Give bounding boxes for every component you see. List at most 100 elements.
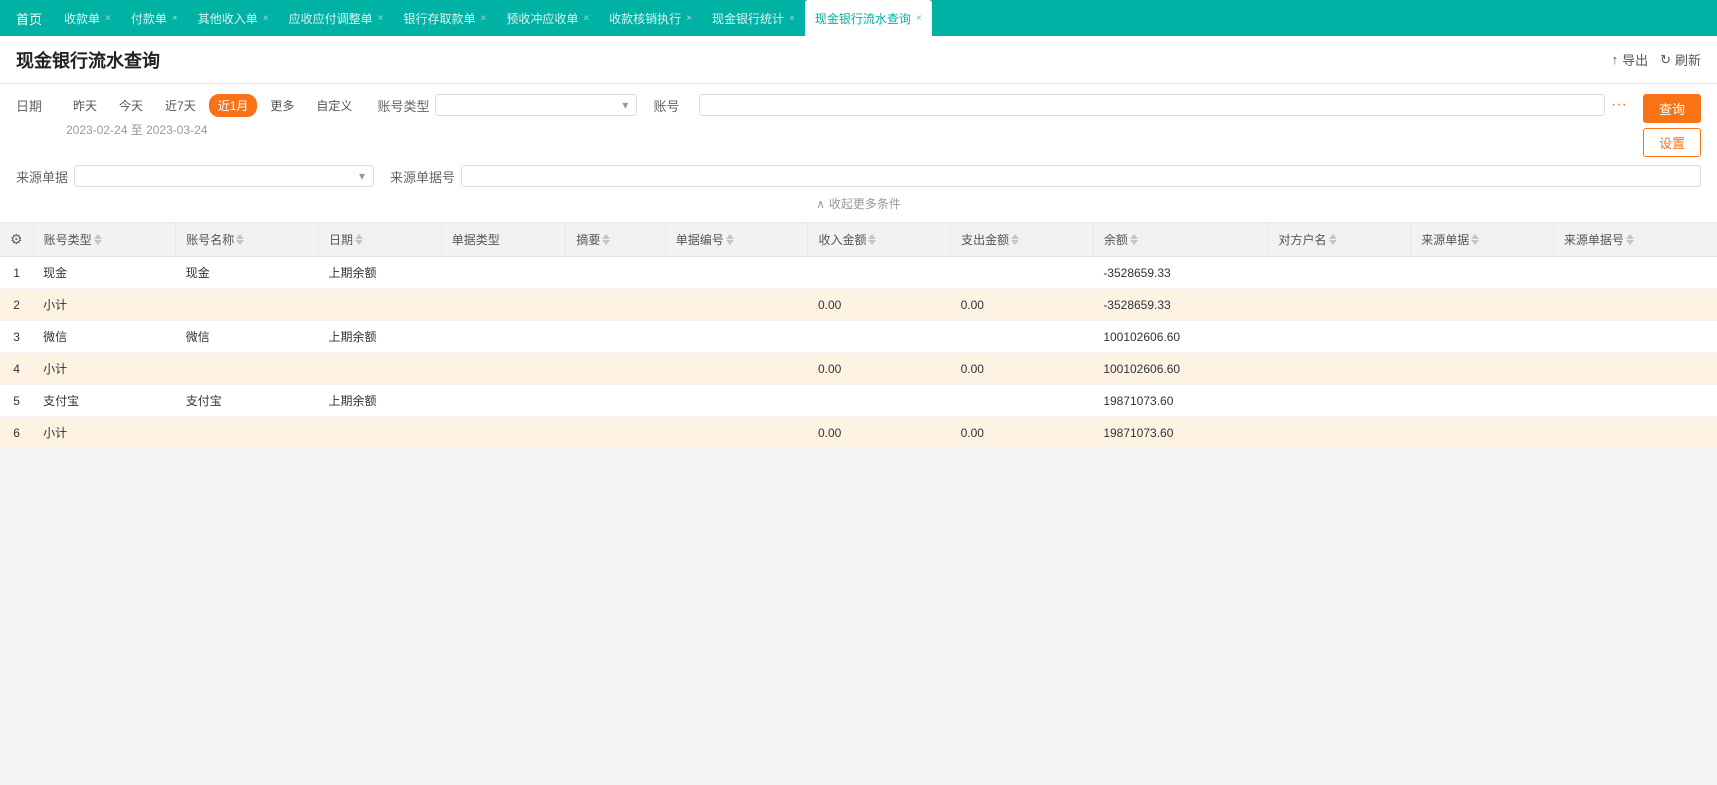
- sort-icon: [602, 234, 610, 245]
- cell-account-type: 小计: [33, 289, 176, 321]
- cell-account-type: 微信: [33, 321, 176, 353]
- refresh-button[interactable]: ↻ 刷新: [1660, 50, 1701, 69]
- cell-source-doc-no: [1553, 385, 1717, 417]
- cell-counterparty: [1268, 417, 1411, 449]
- sort-icon: [1626, 234, 1634, 245]
- cell-account-name: [176, 417, 319, 449]
- header-actions: ↑ 导出 ↻ 刷新: [1612, 50, 1701, 69]
- query-button[interactable]: 查询: [1643, 94, 1701, 123]
- nav-tab-现金银行统计[interactable]: 现金银行统计 ×: [702, 0, 805, 36]
- table-row[interactable]: 6小计0.000.0019871073.60: [0, 417, 1717, 449]
- account-input[interactable]: [699, 94, 1605, 116]
- cell-balance: 100102606.60: [1093, 321, 1268, 353]
- chevron-down-icon2: ▾: [359, 169, 365, 183]
- th-summary: 摘要: [566, 223, 665, 257]
- sort-icon: [1471, 234, 1479, 245]
- cell-balance: -3528659.33: [1093, 289, 1268, 321]
- account-label: 账号: [653, 96, 693, 115]
- collapse-bar[interactable]: ∧ 收起更多条件: [16, 193, 1701, 214]
- cell-income: 0.00: [808, 353, 951, 385]
- cell-doc-type: [441, 257, 566, 289]
- source-doc-label: 来源单据: [16, 167, 68, 186]
- cell-doc-type: [441, 417, 566, 449]
- cell-source-doc-no: [1553, 321, 1717, 353]
- nav-tab-应收应付调整单[interactable]: 应收应付调整单 ×: [279, 0, 394, 36]
- date-opt-7days[interactable]: 近7天: [156, 94, 205, 117]
- close-tab-icon[interactable]: ×: [263, 13, 269, 24]
- gear-icon[interactable]: ⚙: [10, 231, 23, 247]
- close-tab-icon[interactable]: ×: [583, 13, 589, 24]
- more-options-icon[interactable]: ···: [1611, 96, 1627, 114]
- cell-source-doc: [1411, 353, 1554, 385]
- cell-counterparty: [1268, 353, 1411, 385]
- nav-tab-预收冲应收单[interactable]: 预收冲应收单 ×: [496, 0, 599, 36]
- date-opt-today[interactable]: 今天: [110, 94, 152, 117]
- table-row[interactable]: 5支付宝支付宝上期余额19871073.60: [0, 385, 1717, 417]
- filter-area: 日期 昨天 今天 近7天 近1月 更多 自定义 2023-02-24 至 202…: [0, 84, 1717, 223]
- cell-doc-type: [441, 353, 566, 385]
- th-date: 日期: [318, 223, 441, 257]
- cell-date: 上期余额: [318, 321, 441, 353]
- sort-icon: [726, 234, 734, 245]
- cell-account-name: 微信: [176, 321, 319, 353]
- close-tab-icon[interactable]: ×: [789, 13, 795, 24]
- date-opt-more[interactable]: 更多: [261, 94, 303, 117]
- collapse-icon: ∧: [816, 197, 825, 211]
- source-doc-num-input[interactable]: [461, 165, 1701, 187]
- export-icon: ↑: [1612, 52, 1619, 67]
- th-account-type: 账号类型: [33, 223, 176, 257]
- table-header-row: ⚙ 账号类型 账号名称: [0, 223, 1717, 257]
- sort-icon: [236, 234, 244, 245]
- row-number: 1: [0, 257, 33, 289]
- table-body: 1现金现金上期余额-3528659.332小计0.000.00-3528659.…: [0, 257, 1717, 449]
- cell-summary: [566, 417, 665, 449]
- nav-tab-收款核销执行[interactable]: 收款核销执行 ×: [599, 0, 702, 36]
- date-opt-yesterday[interactable]: 昨天: [64, 94, 106, 117]
- close-tab-icon[interactable]: ×: [105, 13, 111, 24]
- table-row[interactable]: 1现金现金上期余额-3528659.33: [0, 257, 1717, 289]
- row-number: 5: [0, 385, 33, 417]
- date-opt-custom[interactable]: 自定义: [307, 94, 361, 117]
- nav-tab-付款单[interactable]: 付款单 ×: [121, 0, 188, 36]
- cell-date: [318, 353, 441, 385]
- cell-source-doc: [1411, 289, 1554, 321]
- table-row[interactable]: 3微信微信上期余额100102606.60: [0, 321, 1717, 353]
- cell-account-name: 支付宝: [176, 385, 319, 417]
- close-tab-icon[interactable]: ×: [916, 13, 922, 24]
- account-type-select[interactable]: ▾: [435, 94, 637, 116]
- table-row[interactable]: 4小计0.000.00100102606.60: [0, 353, 1717, 385]
- table-row[interactable]: 2小计0.000.00-3528659.33: [0, 289, 1717, 321]
- close-tab-icon[interactable]: ×: [686, 13, 692, 24]
- cell-counterparty: [1268, 289, 1411, 321]
- cell-summary: [566, 353, 665, 385]
- row-number: 3: [0, 321, 33, 353]
- sort-icon: [94, 234, 102, 245]
- date-range: 2023-02-24 至 2023-03-24: [66, 121, 207, 138]
- cell-account-name: [176, 353, 319, 385]
- close-tab-icon[interactable]: ×: [480, 13, 486, 24]
- row-number: 4: [0, 353, 33, 385]
- nav-tab-银行存取款单[interactable]: 银行存取款单 ×: [393, 0, 496, 36]
- nav-tab-收款单[interactable]: 收款单 ×: [54, 0, 121, 36]
- date-opt-1month[interactable]: 近1月: [209, 94, 258, 117]
- cell-date: 上期余额: [318, 257, 441, 289]
- cell-summary: [566, 289, 665, 321]
- cell-expense: [951, 385, 1094, 417]
- settings-button[interactable]: 设置: [1643, 128, 1701, 157]
- th-source-doc-no: 来源单据号: [1553, 223, 1717, 257]
- row-number: 2: [0, 289, 33, 321]
- export-button[interactable]: ↑ 导出: [1612, 50, 1649, 69]
- cell-balance: 19871073.60: [1093, 417, 1268, 449]
- close-tab-icon[interactable]: ×: [378, 13, 384, 24]
- cell-doc-no: [665, 321, 808, 353]
- th-expense: 支出金额: [951, 223, 1094, 257]
- page-header: 现金银行流水查询 ↑ 导出 ↻ 刷新: [0, 36, 1717, 84]
- cell-income: [808, 385, 951, 417]
- nav-tab-其他收入单[interactable]: 其他收入单 ×: [188, 0, 279, 36]
- nav-home[interactable]: 首页: [4, 0, 54, 36]
- top-navigation: 首页 收款单 × 付款单 × 其他收入单 × 应收应付调整单 × 银行存取款单 …: [0, 0, 1717, 36]
- nav-tab-现金银行流水查询[interactable]: 现金银行流水查询 ×: [805, 0, 932, 36]
- row-number: 6: [0, 417, 33, 449]
- close-tab-icon[interactable]: ×: [172, 13, 178, 24]
- source-doc-select[interactable]: ▾: [74, 165, 374, 187]
